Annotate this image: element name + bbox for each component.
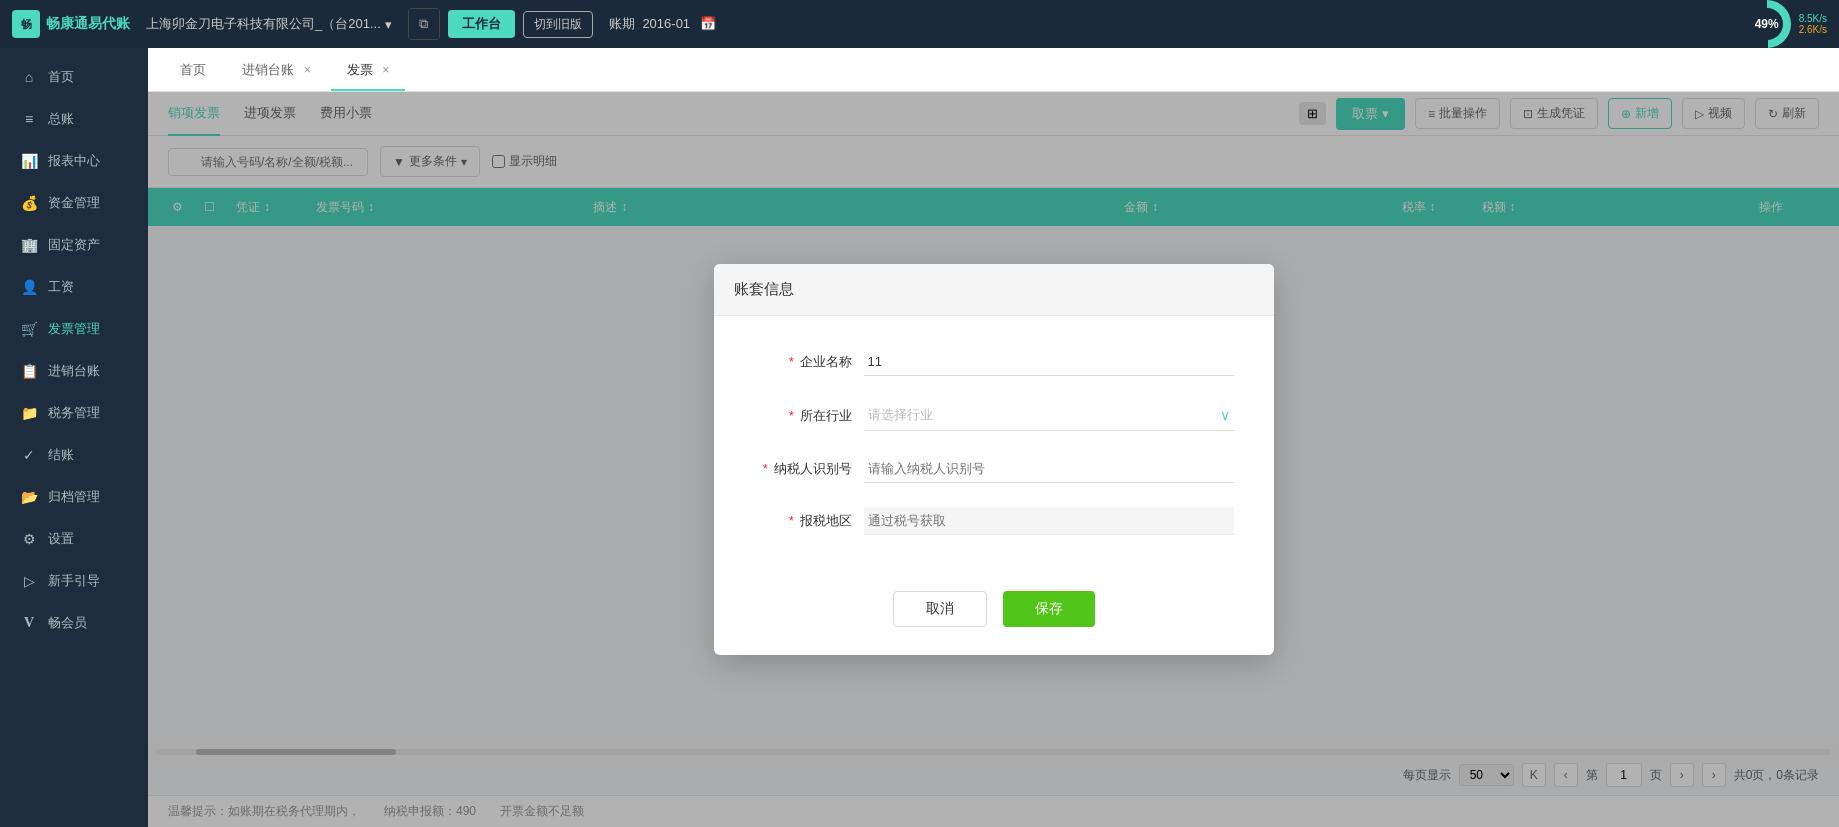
tax-region-input (864, 507, 1234, 535)
workbench-button[interactable]: 工作台 (448, 10, 515, 38)
industry-placeholder: 请选择行业 (868, 406, 1220, 424)
percent-circle: 49% (1743, 0, 1791, 48)
upload-speed: 8.5K/s (1799, 13, 1827, 24)
modal-overlay: 账套信息 * 企业名称 (148, 92, 1839, 827)
sidebar-label-assets: 固定资产 (48, 236, 100, 254)
payroll-icon: 👤 (20, 278, 38, 296)
home-icon: ⌂ (20, 68, 38, 86)
tax-id-input[interactable] (864, 455, 1234, 483)
tab-invoice-label: 发票 (347, 62, 373, 77)
tab-purchase-label: 进销台账 (242, 62, 294, 77)
modal-header: 账套信息 (714, 264, 1274, 316)
archive-icon: 📂 (20, 488, 38, 506)
sidebar-item-funds[interactable]: 💰 资金管理 (0, 182, 148, 224)
app-logo: 畅 畅康通易代账 (12, 10, 130, 38)
sidebar-item-assets[interactable]: 🏢 固定资产 (0, 224, 148, 266)
sidebar-item-tax[interactable]: 📁 税务管理 (0, 392, 148, 434)
sidebar-label-invoice: 发票管理 (48, 320, 100, 338)
sidebar-label-archive: 归档管理 (48, 488, 100, 506)
sidebar-label-tax: 税务管理 (48, 404, 100, 422)
sidebar-label-sales: 进销台账 (48, 362, 100, 380)
sidebar-item-guide[interactable]: ▷ 新手引导 (0, 560, 148, 602)
old-version-button[interactable]: 切到旧版 (523, 11, 593, 38)
invoice-icon: 🛒 (20, 320, 38, 338)
download-speed: 2.6K/s (1799, 24, 1827, 35)
company-selector[interactable]: 上海卯金刀电子科技有限公司_（台201... ▾ (146, 15, 392, 33)
sidebar-label-home: 首页 (48, 68, 74, 86)
main-content: 首页 进销台账 × 发票 × 销项发票 进项发票 费用小 (148, 48, 1839, 827)
sidebar-item-home[interactable]: ⌂ 首页 (0, 56, 148, 98)
sidebar-item-ledger[interactable]: ≡ 总账 (0, 98, 148, 140)
company-name-input[interactable] (864, 348, 1234, 376)
modal-title: 账套信息 (734, 280, 794, 297)
sidebar-label-guide: 新手引导 (48, 572, 100, 590)
speed-widget: 49% 8.5K/s 2.6K/s (1743, 0, 1827, 48)
sidebar-item-invoice[interactable]: 🛒 发票管理 (0, 308, 148, 350)
company-name: 上海卯金刀电子科技有限公司_（台201... (146, 15, 381, 33)
modal-account-info: 账套信息 * 企业名称 (714, 264, 1274, 655)
ledger-icon: ≡ (20, 110, 38, 128)
logo-icon: 畅 (12, 10, 40, 38)
percent-value: 49% (1755, 17, 1779, 31)
form-row-taxid: * 纳税人识别号 (754, 455, 1234, 483)
company-dropdown-arrow[interactable]: ▾ (385, 17, 392, 32)
chevron-down-icon: ∨ (1220, 407, 1230, 423)
funds-icon: 💰 (20, 194, 38, 212)
sidebar-label-vip: 畅会员 (48, 614, 87, 632)
sidebar-item-vip[interactable]: V 畅会员 (0, 602, 148, 644)
tab-bar: 首页 进销台账 × 发票 × (148, 48, 1839, 92)
sidebar: ⌂ 首页 ≡ 总账 📊 报表中心 💰 资金管理 🏢 固定资产 👤 工资 🛒 发票… (0, 48, 148, 827)
sales-icon: 📋 (20, 362, 38, 380)
industry-select[interactable]: 请选择行业 ∨ (864, 400, 1234, 431)
content-area: 销项发票 进项发票 费用小票 ⊞ 取票 ▾ ≡ 批量 (148, 92, 1839, 827)
vip-icon: V (20, 614, 38, 632)
tab-purchase-close[interactable]: × (304, 63, 311, 77)
company-label: * 企业名称 (754, 353, 864, 371)
topbar: 畅 畅康通易代账 上海卯金刀电子科技有限公司_（台201... ▾ ⧉ 工作台 … (0, 0, 1839, 48)
sidebar-item-payroll[interactable]: 👤 工资 (0, 266, 148, 308)
taxregion-label: * 报税地区 (754, 512, 864, 530)
tab-invoice[interactable]: 发票 × (331, 51, 406, 91)
sidebar-item-settings[interactable]: ⚙ 设置 (0, 518, 148, 560)
assets-icon: 🏢 (20, 236, 38, 254)
topbar-right: 49% 8.5K/s 2.6K/s (1743, 0, 1827, 48)
settings-icon: ⚙ (20, 530, 38, 548)
sidebar-label-funds: 资金管理 (48, 194, 100, 212)
form-row-taxregion: * 报税地区 (754, 507, 1234, 535)
app-name: 畅康通易代账 (46, 15, 130, 33)
form-row-industry: * 所在行业 请选择行业 ∨ (754, 400, 1234, 431)
copy-icon[interactable]: ⧉ (408, 8, 440, 40)
calendar-icon[interactable]: 📅 (700, 16, 716, 31)
taxid-label: * 纳税人识别号 (754, 460, 864, 478)
percent-circle-wrap: 49% (1743, 0, 1791, 48)
sidebar-item-reports[interactable]: 📊 报表中心 (0, 140, 148, 182)
tax-icon: 📁 (20, 404, 38, 422)
sidebar-label-ledger: 总账 (48, 110, 74, 128)
sidebar-label-settle: 结账 (48, 446, 74, 464)
save-button[interactable]: 保存 (1003, 591, 1095, 627)
tab-home-label: 首页 (180, 62, 206, 77)
sidebar-label-reports: 报表中心 (48, 152, 100, 170)
guide-icon: ▷ (20, 572, 38, 590)
sidebar-label-payroll: 工资 (48, 278, 74, 296)
sidebar-item-sales[interactable]: 📋 进销台账 (0, 350, 148, 392)
reports-icon: 📊 (20, 152, 38, 170)
sidebar-label-settings: 设置 (48, 530, 74, 548)
modal-footer: 取消 保存 (714, 583, 1274, 655)
period-label: 账期 2016-01 📅 (609, 15, 716, 33)
settle-icon: ✓ (20, 446, 38, 464)
main-layout: ⌂ 首页 ≡ 总账 📊 报表中心 💰 资金管理 🏢 固定资产 👤 工资 🛒 发票… (0, 48, 1839, 827)
sidebar-item-settle[interactable]: ✓ 结账 (0, 434, 148, 476)
modal-body: * 企业名称 * 所在行业 请选择行业 (714, 316, 1274, 583)
tab-home[interactable]: 首页 (164, 51, 222, 91)
speed-texts: 8.5K/s 2.6K/s (1799, 13, 1827, 35)
cancel-button[interactable]: 取消 (893, 591, 987, 627)
industry-label: * 所在行业 (754, 407, 864, 425)
tab-purchase-ledger[interactable]: 进销台账 × (226, 51, 327, 91)
tab-invoice-close[interactable]: × (382, 63, 389, 77)
form-row-company: * 企业名称 (754, 348, 1234, 376)
sidebar-item-archive[interactable]: 📂 归档管理 (0, 476, 148, 518)
period-value: 2016-01 (642, 16, 690, 31)
